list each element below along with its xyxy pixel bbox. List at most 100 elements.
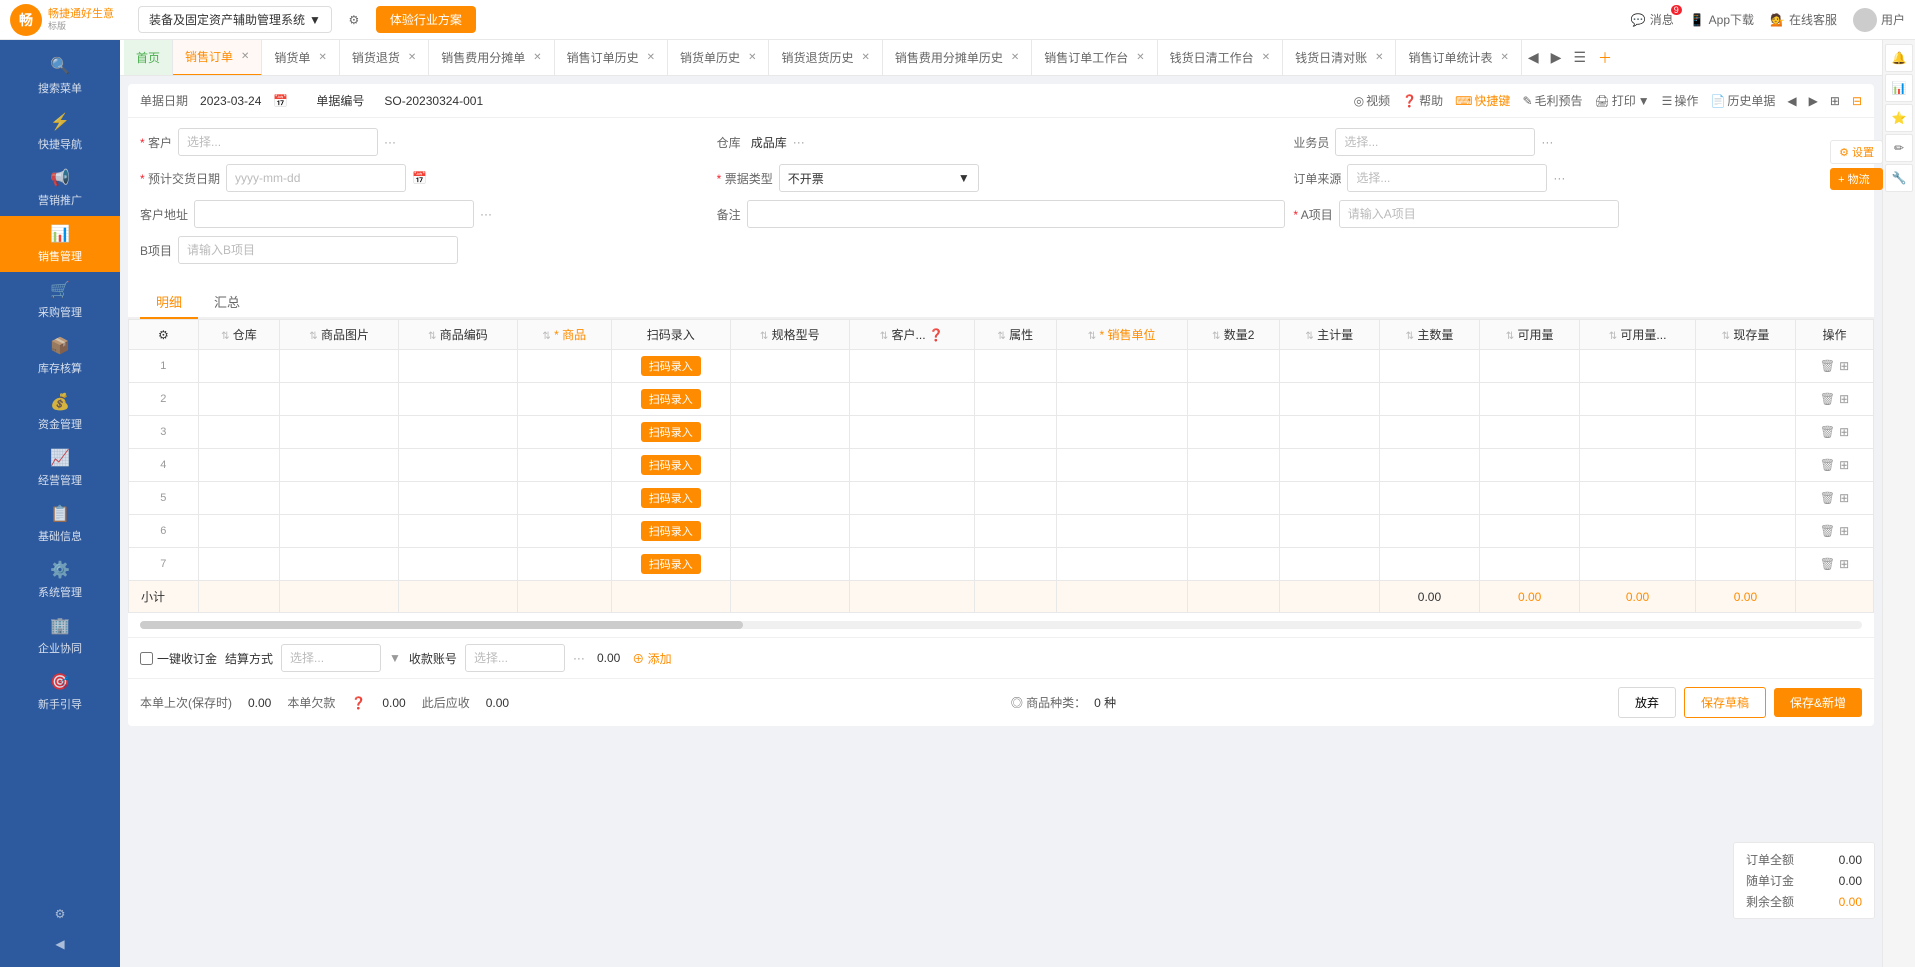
- col-scan[interactable]: 扫码录入: [611, 320, 730, 350]
- table-cell[interactable]: [1056, 350, 1187, 383]
- tab-next-button[interactable]: ▶: [1545, 49, 1568, 66]
- copy-row-icon[interactable]: ⊞: [1839, 524, 1849, 538]
- tab-invoice-history[interactable]: 销货单历史 ✕: [668, 40, 769, 76]
- settlement-input[interactable]: [281, 644, 381, 672]
- help-button[interactable]: ❓ 帮助: [1402, 92, 1443, 109]
- warehouse-more-icon[interactable]: ···: [793, 135, 805, 149]
- table-cell[interactable]: [198, 449, 280, 482]
- table-cell[interactable]: [399, 350, 518, 383]
- customer-address-input[interactable]: [194, 200, 474, 228]
- table-cell[interactable]: [975, 449, 1057, 482]
- shortcut-button[interactable]: ⌨ 快捷键: [1455, 92, 1510, 109]
- col-settings[interactable]: ⚙: [129, 320, 199, 350]
- sidebar-toggle-button[interactable]: ◀: [0, 929, 120, 959]
- table-cell[interactable]: [1187, 449, 1279, 482]
- right-btn-1[interactable]: 🔔: [1885, 44, 1913, 72]
- sidebar-item-inventory[interactable]: 📦 库存核算: [0, 328, 120, 384]
- table-cell[interactable]: [280, 383, 399, 416]
- delete-row-icon[interactable]: 🗑: [1820, 425, 1835, 439]
- table-cell[interactable]: [1695, 383, 1795, 416]
- horizontal-scrollbar[interactable]: [140, 621, 1862, 629]
- table-cell[interactable]: [517, 350, 611, 383]
- right-btn-4[interactable]: ✏: [1885, 134, 1913, 162]
- table-cell[interactable]: [517, 416, 611, 449]
- copy-row-icon[interactable]: ⊞: [1839, 359, 1849, 373]
- table-cell[interactable]: [1580, 383, 1696, 416]
- copy-row-icon[interactable]: ⊞: [1839, 425, 1849, 439]
- save-new-button[interactable]: 保存&新增: [1774, 688, 1862, 717]
- scan-button[interactable]: 扫码录入: [641, 521, 701, 541]
- sidebar-item-operation[interactable]: 📈 经营管理: [0, 440, 120, 496]
- col-warehouse[interactable]: ⇅ 仓库: [198, 320, 280, 350]
- tab-close-icon[interactable]: ✕: [647, 52, 655, 63]
- table-cell[interactable]: [849, 515, 974, 548]
- b-project-input[interactable]: [178, 236, 458, 264]
- table-cell[interactable]: [1187, 416, 1279, 449]
- right-btn-2[interactable]: 📊: [1885, 74, 1913, 102]
- grid-icon[interactable]: ⊞: [1830, 94, 1840, 108]
- tab-close-icon[interactable]: ✕: [318, 52, 326, 63]
- scan-button[interactable]: 扫码录入: [641, 455, 701, 475]
- scan-button[interactable]: 扫码录入: [641, 554, 701, 574]
- account-input[interactable]: [465, 644, 565, 672]
- table-cell[interactable]: [1580, 482, 1696, 515]
- tab-list-button[interactable]: ☰: [1567, 49, 1592, 66]
- settings-button[interactable]: ⚙ 设置: [1830, 140, 1874, 164]
- col-unit[interactable]: ⇅ * 销售单位: [1056, 320, 1187, 350]
- industry-button[interactable]: 体验行业方案: [376, 6, 476, 33]
- col-customer-code[interactable]: ⇅ 客户... ❓: [849, 320, 974, 350]
- table-cell[interactable]: [1580, 548, 1696, 581]
- table-cell[interactable]: [1695, 350, 1795, 383]
- delete-row-icon[interactable]: 🗑: [1820, 491, 1835, 505]
- tab-sales-invoice[interactable]: 销货单 ✕: [262, 40, 339, 76]
- tab-close-icon[interactable]: ✕: [1375, 52, 1383, 63]
- sidebar-item-basic[interactable]: 📋 基础信息: [0, 496, 120, 552]
- tab-close-icon[interactable]: ✕: [1501, 52, 1509, 63]
- calendar-icon[interactable]: 📅: [273, 94, 288, 108]
- table-cell[interactable]: [730, 416, 849, 449]
- table-cell[interactable]: 扫码录入: [611, 383, 730, 416]
- tab-stats[interactable]: 销售订单统计表 ✕: [1396, 40, 1521, 76]
- table-cell[interactable]: [1480, 383, 1580, 416]
- scan-button[interactable]: 扫码录入: [641, 488, 701, 508]
- table-cell[interactable]: [1379, 416, 1479, 449]
- table-cell[interactable]: [730, 449, 849, 482]
- date-picker-icon[interactable]: 📅: [412, 171, 427, 185]
- table-cell[interactable]: [1279, 482, 1379, 515]
- table-cell[interactable]: [1056, 416, 1187, 449]
- print-button[interactable]: 🖨 打印 ▼: [1595, 92, 1650, 109]
- delete-row-icon[interactable]: 🗑: [1820, 392, 1835, 406]
- table-cell[interactable]: [1580, 449, 1696, 482]
- delivery-date-input[interactable]: [226, 164, 406, 192]
- discard-button[interactable]: 放弃: [1618, 687, 1676, 718]
- table-cell[interactable]: [849, 482, 974, 515]
- table-cell[interactable]: [1056, 515, 1187, 548]
- salesperson-more-icon[interactable]: ···: [1541, 135, 1553, 149]
- table-cell[interactable]: [849, 548, 974, 581]
- table-cell[interactable]: [1187, 515, 1279, 548]
- table-cell[interactable]: [730, 482, 849, 515]
- col-spec[interactable]: ⇅ 规格型号: [730, 320, 849, 350]
- table-cell[interactable]: [517, 449, 611, 482]
- settings-icon[interactable]: ⚙: [340, 6, 368, 34]
- table-cell[interactable]: [1480, 515, 1580, 548]
- table-cell[interactable]: [1187, 548, 1279, 581]
- delete-row-icon[interactable]: 🗑: [1820, 359, 1835, 373]
- table-cell[interactable]: [280, 449, 399, 482]
- sidebar-item-quick[interactable]: ⚡ 快捷导航: [0, 104, 120, 160]
- settlement-chevron-icon[interactable]: ▼: [389, 651, 401, 665]
- table-cell[interactable]: [399, 548, 518, 581]
- deposit-checkbox-input[interactable]: [140, 652, 153, 665]
- table-cell[interactable]: [1480, 416, 1580, 449]
- table-cell[interactable]: [1695, 482, 1795, 515]
- table-cell[interactable]: [1480, 482, 1580, 515]
- one-click-deposit-checkbox[interactable]: 一键收订金: [140, 650, 217, 667]
- sidebar-item-guide[interactable]: 🎯 新手引导: [0, 664, 120, 720]
- col-code[interactable]: ⇅ 商品编码: [399, 320, 518, 350]
- expand-icon[interactable]: ⊟: [1852, 94, 1862, 108]
- table-cell[interactable]: [849, 416, 974, 449]
- table-cell[interactable]: [1279, 548, 1379, 581]
- nav-prev-icon[interactable]: ◀: [1787, 94, 1796, 108]
- table-cell[interactable]: [1580, 350, 1696, 383]
- table-cell[interactable]: [1379, 548, 1479, 581]
